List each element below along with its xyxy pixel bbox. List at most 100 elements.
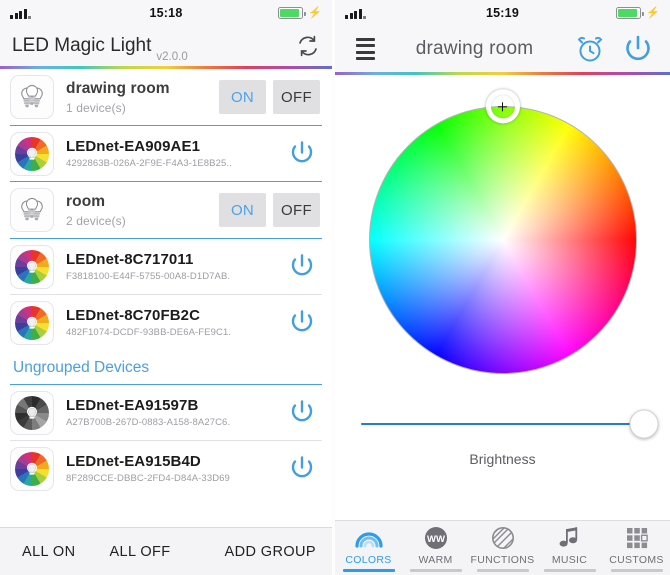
nav-actions: [574, 31, 656, 67]
device-name: LEDnet-8C717011: [66, 251, 194, 268]
device-row-ea909ae1[interactable]: LEDnet-EA909AE1 4292863B-026A-2F9E-F4A3-…: [0, 126, 332, 181]
nav-bar-right: drawing room: [335, 26, 670, 72]
tab-underline: [409, 569, 462, 572]
device-uuid: F3818100-E44F-5755-00A8-D1D7AB.: [66, 271, 231, 282]
device-uuid: A27B700B-267D-0883-A158-8A27C6.: [66, 417, 231, 428]
device-power-icon[interactable]: [286, 307, 318, 339]
power-icon[interactable]: [620, 31, 656, 67]
three-bulbs-icon: [10, 75, 54, 119]
status-bar-right: ⚡: [278, 7, 322, 19]
status-bar-right: 15:19 ⚡: [335, 0, 670, 26]
tab-underline: [610, 569, 663, 572]
group-on-button[interactable]: ON: [219, 80, 266, 114]
tab-customs[interactable]: CUSTOMS: [603, 525, 670, 572]
device-row-8c70fb2c[interactable]: LEDnet-8C70FB2C 482F1074-DCDF-93BB-DE6A-…: [0, 295, 332, 350]
device-text: LEDnet-8C70FB2C 482F1074-DCDF-93BB-DE6A-…: [66, 307, 280, 338]
brightness-slider[interactable]: [361, 409, 659, 439]
charging-bolt-icon: ⚡: [308, 6, 322, 19]
group-row-room[interactable]: room 2 device(s) ON OFF: [0, 182, 332, 238]
grid-squares-icon: [625, 525, 649, 551]
tab-underline: [476, 569, 529, 572]
color-wheel-graphic: [15, 249, 49, 284]
bulb-glyph-icon: [27, 406, 37, 419]
device-power-icon[interactable]: [286, 251, 318, 283]
add-group-button[interactable]: ADD GROUP: [225, 544, 316, 560]
device-uuid: 482F1074-DCDF-93BB-DE6A-FE9C1.: [66, 327, 232, 338]
device-name: LEDnet-EA915B4D: [66, 453, 201, 470]
device-name: LEDnet-8C70FB2C: [66, 307, 201, 324]
color-wheel-bulb-icon: [10, 446, 54, 491]
color-wheel-area: [335, 75, 670, 405]
tab-underline: [342, 569, 395, 572]
device-name: LEDnet-EA909AE1: [66, 138, 201, 155]
brightness-slider-fill: [361, 422, 644, 425]
device-text: LEDnet-EA915B4D 8F289CCE-DBBC-2FD4-D84A-…: [66, 453, 280, 484]
room-title: drawing room: [415, 38, 534, 59]
brightness-slider-knob: [629, 409, 659, 439]
bulb-glyph-icon: [27, 462, 37, 475]
three-bulbs-icon: [10, 188, 54, 232]
device-list-screen: 15:18 ⚡ LED Magic Light v2.0.0 drawing r…: [0, 0, 335, 575]
color-wheel-bulb-icon: [10, 131, 54, 176]
tab-warm-label: WARM: [418, 554, 453, 566]
device-uuid: 4292863B-026A-2F9E-F4A3-1E8B25..: [66, 158, 232, 169]
tab-functions[interactable]: FUNCTIONS: [469, 525, 536, 572]
group-row-drawing-room[interactable]: drawing room 1 device(s) ON OFF: [0, 69, 332, 125]
bulb-glyph-icon: [27, 260, 37, 273]
device-list: drawing room 1 device(s) ON OFF LEDnet-E…: [0, 69, 332, 496]
group-name: room: [66, 192, 106, 210]
bottom-tab-bar: COLORS WW WARM FUNCTIONS MUSIC CUSTOMS: [335, 520, 670, 575]
device-row-8c717011[interactable]: LEDnet-8C717011 F3818100-E44F-5755-00A8-…: [0, 239, 332, 294]
device-row-ea91597b[interactable]: LEDnet-EA91597B A27B700B-267D-0883-A158-…: [0, 385, 332, 440]
ungrouped-section-title: Ungrouped Devices: [13, 359, 150, 376]
tab-underline: [543, 569, 596, 572]
device-text: LEDnet-EA91597B A27B700B-267D-0883-A158-…: [66, 397, 280, 428]
battery-charging-icon: [278, 7, 306, 19]
tab-colors[interactable]: COLORS: [335, 525, 402, 572]
brightness-slider-wrap: Brightness: [335, 409, 670, 467]
color-wheel-graphic: [15, 136, 49, 171]
color-wheel-bulb-icon: [10, 390, 54, 435]
warm-white-icon: WW: [424, 525, 448, 551]
music-note-icon: [559, 525, 581, 551]
device-text: LEDnet-8C717011 F3818100-E44F-5755-00A8-…: [66, 251, 280, 282]
group-text: drawing room 1 device(s): [66, 80, 212, 115]
app-title: LED Magic Light: [12, 35, 152, 56]
app-root: 15:18 ⚡ LED Magic Light v2.0.0 drawing r…: [0, 0, 670, 575]
all-off-button[interactable]: ALL OFF: [109, 544, 170, 560]
tab-music-label: MUSIC: [551, 554, 588, 566]
tab-music[interactable]: MUSIC: [536, 525, 603, 572]
device-name: LEDnet-EA91597B: [66, 397, 199, 414]
tab-customs-label: CUSTOMS: [609, 554, 664, 566]
color-wheel-bulb-icon: [10, 300, 54, 345]
svg-text:WW: WW: [427, 534, 445, 545]
group-text: room 2 device(s): [66, 193, 212, 228]
device-text: LEDnet-EA909AE1 4292863B-026A-2F9E-F4A3-…: [66, 138, 280, 169]
device-power-icon[interactable]: [286, 453, 318, 485]
device-power-icon[interactable]: [286, 397, 318, 429]
refresh-icon[interactable]: [296, 34, 320, 58]
device-power-icon[interactable]: [286, 138, 318, 170]
color-wheel-graphic: [15, 451, 49, 486]
group-device-count: 1 device(s): [66, 100, 126, 115]
group-on-button[interactable]: ON: [219, 193, 266, 227]
color-handle-icon[interactable]: [485, 89, 520, 124]
tab-warm[interactable]: WW WARM: [402, 525, 469, 572]
all-on-button[interactable]: ALL ON: [22, 544, 75, 560]
hamburger-list-icon[interactable]: [349, 37, 375, 61]
hatched-circle-icon: [491, 525, 515, 551]
battery-charging-icon: [616, 7, 644, 19]
color-picker-screen: 15:19 ⚡ drawing room Brightness COLORS W…: [335, 0, 670, 575]
device-row-ea915b4d[interactable]: LEDnet-EA915B4D 8F289CCE-DBBC-2FD4-D84A-…: [0, 441, 332, 496]
brightness-label: Brightness: [469, 451, 536, 467]
alarm-clock-icon[interactable]: [574, 33, 606, 65]
tab-colors-label: COLORS: [345, 554, 392, 566]
color-wheel-bulb-icon: [10, 244, 54, 289]
status-bar-right-group: ⚡: [616, 7, 660, 19]
tab-functions-label: FUNCTIONS: [470, 554, 535, 566]
crosshair-icon: [498, 101, 507, 111]
group-off-button[interactable]: OFF: [273, 80, 320, 114]
color-wheel[interactable]: [368, 89, 637, 374]
group-off-button[interactable]: OFF: [273, 193, 320, 227]
bulb-glyph-icon: [27, 316, 37, 329]
